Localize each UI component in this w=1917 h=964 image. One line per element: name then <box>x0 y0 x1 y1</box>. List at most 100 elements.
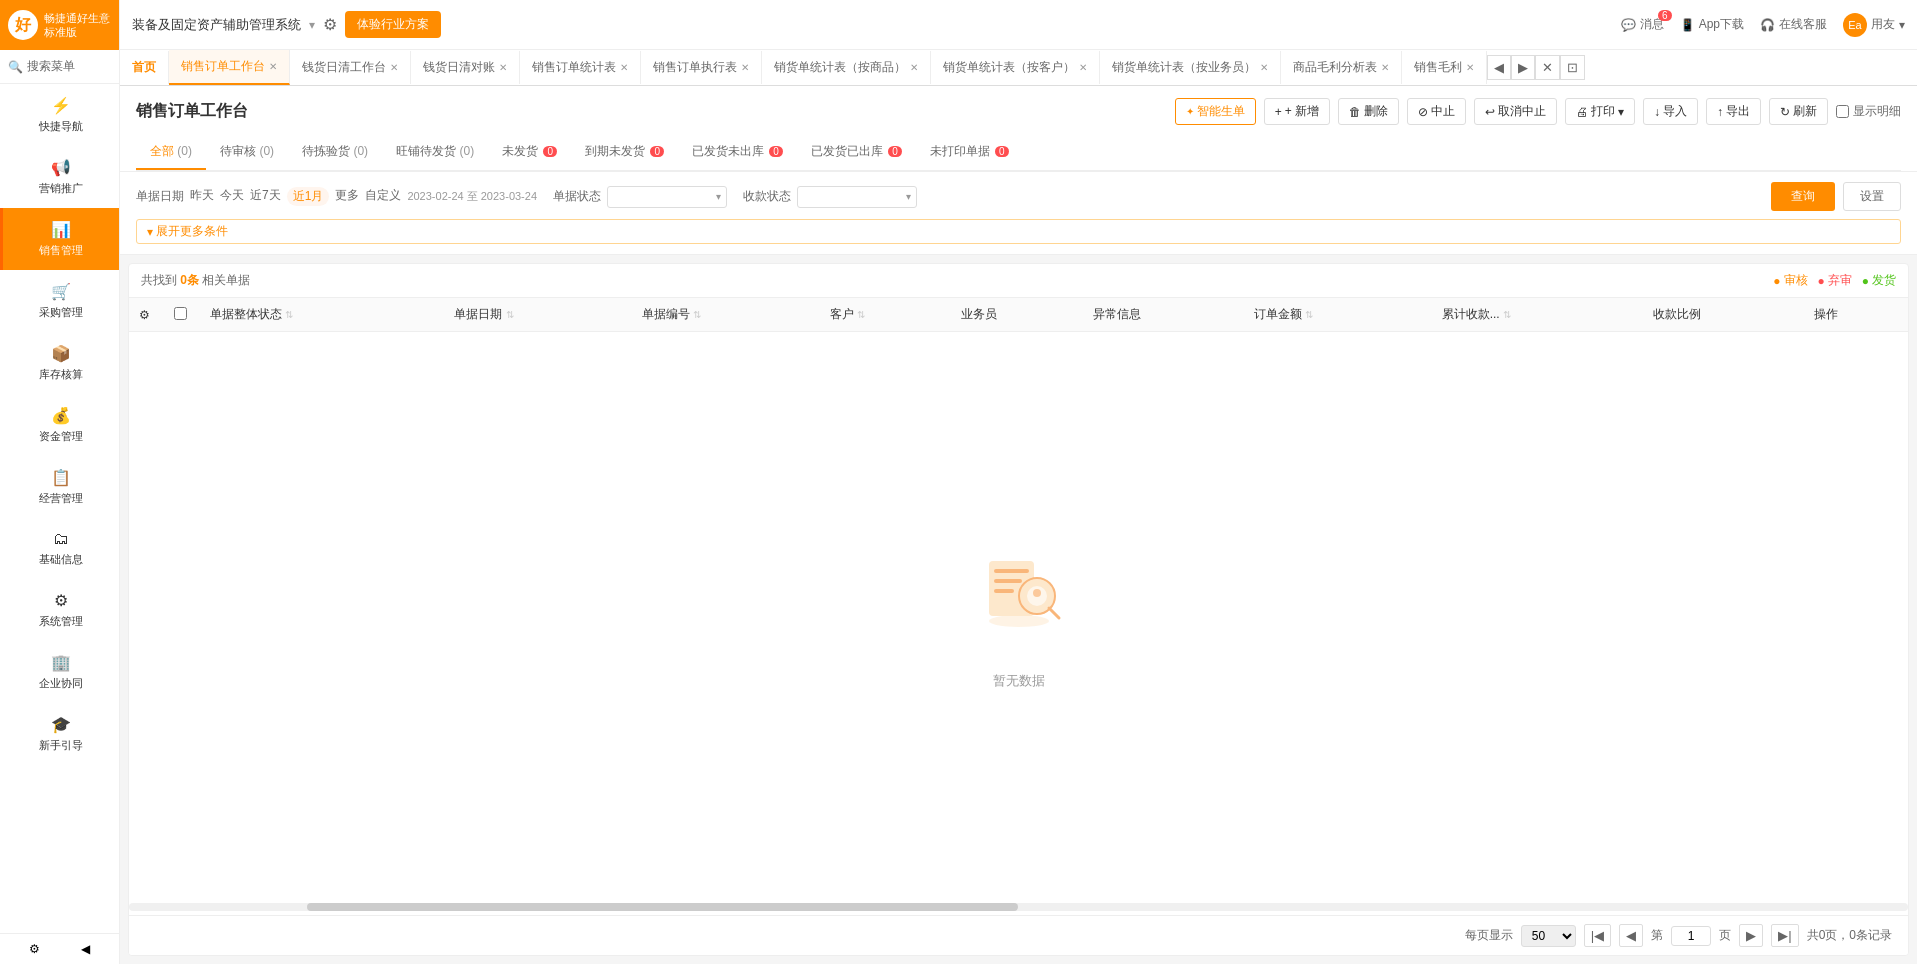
tab-sales-order-stats[interactable]: 销售订单统计表 ✕ <box>520 51 641 84</box>
new-button[interactable]: + + 新增 <box>1264 98 1330 125</box>
tab-close-sales-order-workbench[interactable]: ✕ <box>269 61 277 72</box>
table-scroll-area[interactable]: ⚙ 单据整体状态 ⇅ 单据日期 ⇅ 单据编号 <box>129 298 1908 899</box>
user-menu[interactable]: Ea 用友 ▾ <box>1843 13 1905 37</box>
tab-sales-order-workbench[interactable]: 销售订单工作台 ✕ <box>169 50 290 85</box>
settings-icon[interactable]: ⚙ <box>29 942 40 956</box>
sidebar-item-corp[interactable]: 🏢 企业协同 <box>0 641 119 703</box>
tab-close-sales-stats-customer[interactable]: ✕ <box>1079 62 1087 73</box>
show-detail-checkbox[interactable] <box>1836 105 1849 118</box>
tab-home[interactable]: 首页 <box>120 51 169 84</box>
tab-gross-profit[interactable]: 商品毛利分析表 ✕ <box>1281 51 1402 84</box>
sort-amount-icon[interactable]: ⇅ <box>1305 309 1313 320</box>
sales-icon: 📊 <box>51 220 71 239</box>
sort-date-icon[interactable]: ⇅ <box>506 309 514 320</box>
date-yesterday[interactable]: 昨天 <box>190 187 214 206</box>
topbar-settings-icon[interactable]: ⚙ <box>323 15 337 34</box>
unreviewed-action-button[interactable]: ● 弃审 <box>1818 272 1852 289</box>
sort-received-icon[interactable]: ⇅ <box>1503 309 1511 320</box>
sidebar-item-purchase[interactable]: 🛒 采购管理 <box>0 270 119 332</box>
date-more[interactable]: 更多 <box>335 187 359 206</box>
sidebar-item-base[interactable]: 🗂 基础信息 <box>0 518 119 579</box>
sidebar-item-system[interactable]: ⚙ 系统管理 <box>0 579 119 641</box>
sidebar-item-inventory[interactable]: 📦 库存核算 <box>0 332 119 394</box>
tab-sales-stats-product[interactable]: 销货单统计表（按商品） ✕ <box>762 51 931 84</box>
filter-tab-not-printed[interactable]: 未打印单据 0 <box>916 135 1023 170</box>
filter-tab-expired-not-shipped[interactable]: 到期未发货 0 <box>571 135 678 170</box>
tab-close-sales-stats-product[interactable]: ✕ <box>910 62 918 73</box>
status-select[interactable] <box>607 186 727 208</box>
date-today[interactable]: 今天 <box>220 187 244 206</box>
cancel-stop-button[interactable]: ↩ 取消中止 <box>1474 98 1557 125</box>
sidebar-item-ops[interactable]: 📋 经营管理 <box>0 456 119 518</box>
export-button[interactable]: ↑ 导出 <box>1706 98 1761 125</box>
date-custom[interactable]: 自定义 <box>365 187 401 206</box>
tab-close-cash-reconcile[interactable]: ✕ <box>499 62 507 73</box>
tab-sales-stats-customer[interactable]: 销货单统计表（按客户） ✕ <box>931 51 1100 84</box>
query-button[interactable]: 查询 <box>1771 182 1835 211</box>
tab-nav-next[interactable]: ▶ <box>1511 55 1535 80</box>
page-last-button[interactable]: ▶| <box>1771 924 1798 947</box>
tab-close-sales-order-exec[interactable]: ✕ <box>741 62 749 73</box>
online-service-item[interactable]: 🎧 在线客服 <box>1760 16 1827 33</box>
import-button[interactable]: ↓ 导入 <box>1643 98 1698 125</box>
expand-conditions-button[interactable]: ▾ 展开更多条件 <box>136 219 1901 244</box>
sidebar-item-sales[interactable]: 📊 销售管理 <box>0 208 119 270</box>
tab-cash-daily[interactable]: 钱货日清工作台 ✕ <box>290 51 411 84</box>
tab-close-sales-stats-staff[interactable]: ✕ <box>1260 62 1268 73</box>
page-size-select[interactable]: 50 10 20 100 <box>1521 925 1576 947</box>
collapse-icon[interactable]: ◀ <box>81 942 90 956</box>
delete-button[interactable]: 🗑 删除 <box>1338 98 1399 125</box>
tab-close-all[interactable]: ✕ <box>1535 55 1560 80</box>
tab-sales-order-exec[interactable]: 销售订单执行表 ✕ <box>641 51 762 84</box>
review-action-button[interactable]: ● 审核 <box>1773 272 1807 289</box>
page-prev-button[interactable]: ◀ <box>1619 924 1643 947</box>
page-next-button[interactable]: ▶ <box>1739 924 1763 947</box>
set-button[interactable]: 设置 <box>1843 182 1901 211</box>
title-dropdown-icon[interactable]: ▾ <box>309 18 315 32</box>
page-number-input[interactable] <box>1671 926 1711 946</box>
col-settings[interactable]: ⚙ <box>129 298 160 332</box>
ship-action-button[interactable]: ● 发货 <box>1862 272 1896 289</box>
tab-nav-prev[interactable]: ◀ <box>1487 55 1511 80</box>
sort-status-icon[interactable]: ⇅ <box>285 309 293 320</box>
tab-close-sales-order-stats[interactable]: ✕ <box>620 62 628 73</box>
sidebar-item-quick-nav[interactable]: ⚡ 快捷导航 <box>0 84 119 146</box>
print-button[interactable]: 🖨 打印 ▾ <box>1565 98 1635 125</box>
filter-tab-shipped-not-out[interactable]: 已发货未出库 0 <box>678 135 797 170</box>
col-checkbox[interactable] <box>160 298 200 332</box>
filter-tab-pending-review[interactable]: 待审核 (0) <box>206 135 288 170</box>
payment-select[interactable] <box>797 186 917 208</box>
industry-solution-button[interactable]: 体验行业方案 <box>345 11 441 38</box>
message-icon-item[interactable]: 💬 消息 6 <box>1621 16 1664 33</box>
smart-generate-button[interactable]: 智能生单 <box>1175 98 1256 125</box>
filter-tab-shipped-out[interactable]: 已发货已出库 0 <box>797 135 916 170</box>
tab-sales-stats-staff[interactable]: 销货单统计表（按业务员） ✕ <box>1100 51 1281 84</box>
filter-tab-all[interactable]: 全部 (0) <box>136 135 206 170</box>
date-1month[interactable]: 近1月 <box>287 187 330 206</box>
tab-close-sales-profit[interactable]: ✕ <box>1466 62 1474 73</box>
tab-cash-reconcile[interactable]: 钱货日清对账 ✕ <box>411 51 520 84</box>
page-first-button[interactable]: |◀ <box>1584 924 1611 947</box>
sidebar-item-marketing[interactable]: 📢 营销推广 <box>0 146 119 208</box>
date-7days[interactable]: 近7天 <box>250 187 281 206</box>
tab-close-cash-daily[interactable]: ✕ <box>390 62 398 73</box>
app-download-item[interactable]: 📱 App下载 <box>1680 16 1744 33</box>
tab-close-gross-profit[interactable]: ✕ <box>1381 62 1389 73</box>
horizontal-scrollbar[interactable] <box>129 903 1908 911</box>
sidebar-search[interactable]: 🔍 搜索菜单 <box>0 50 119 84</box>
stop-button[interactable]: ⊘ 中止 <box>1407 98 1466 125</box>
sort-customer-icon[interactable]: ⇅ <box>857 309 865 320</box>
filter-tab-pending-check[interactable]: 待拣验货 (0) <box>288 135 382 170</box>
sidebar-item-finance[interactable]: 💰 资金管理 <box>0 394 119 456</box>
refresh-button[interactable]: ↻ 刷新 <box>1769 98 1828 125</box>
sort-number-icon[interactable]: ⇅ <box>693 309 701 320</box>
sidebar-item-guide[interactable]: 🎓 新手引导 <box>0 703 119 765</box>
show-detail-label[interactable]: 显示明细 <box>1836 103 1901 120</box>
tab-expand[interactable]: ⊡ <box>1560 55 1585 80</box>
scrollbar-thumb[interactable] <box>307 903 1019 911</box>
filter-tab-not-shipped[interactable]: 未发货 0 <box>488 135 571 170</box>
filter-tab-wangpu[interactable]: 旺铺待发货 (0) <box>382 135 488 170</box>
filter-tabs: 全部 (0) 待审核 (0) 待拣验货 (0) 旺铺待发货 (0) 未发货 <box>136 135 1901 171</box>
tab-sales-profit[interactable]: 销售毛利 ✕ <box>1402 51 1487 84</box>
select-all-checkbox[interactable] <box>174 307 187 320</box>
